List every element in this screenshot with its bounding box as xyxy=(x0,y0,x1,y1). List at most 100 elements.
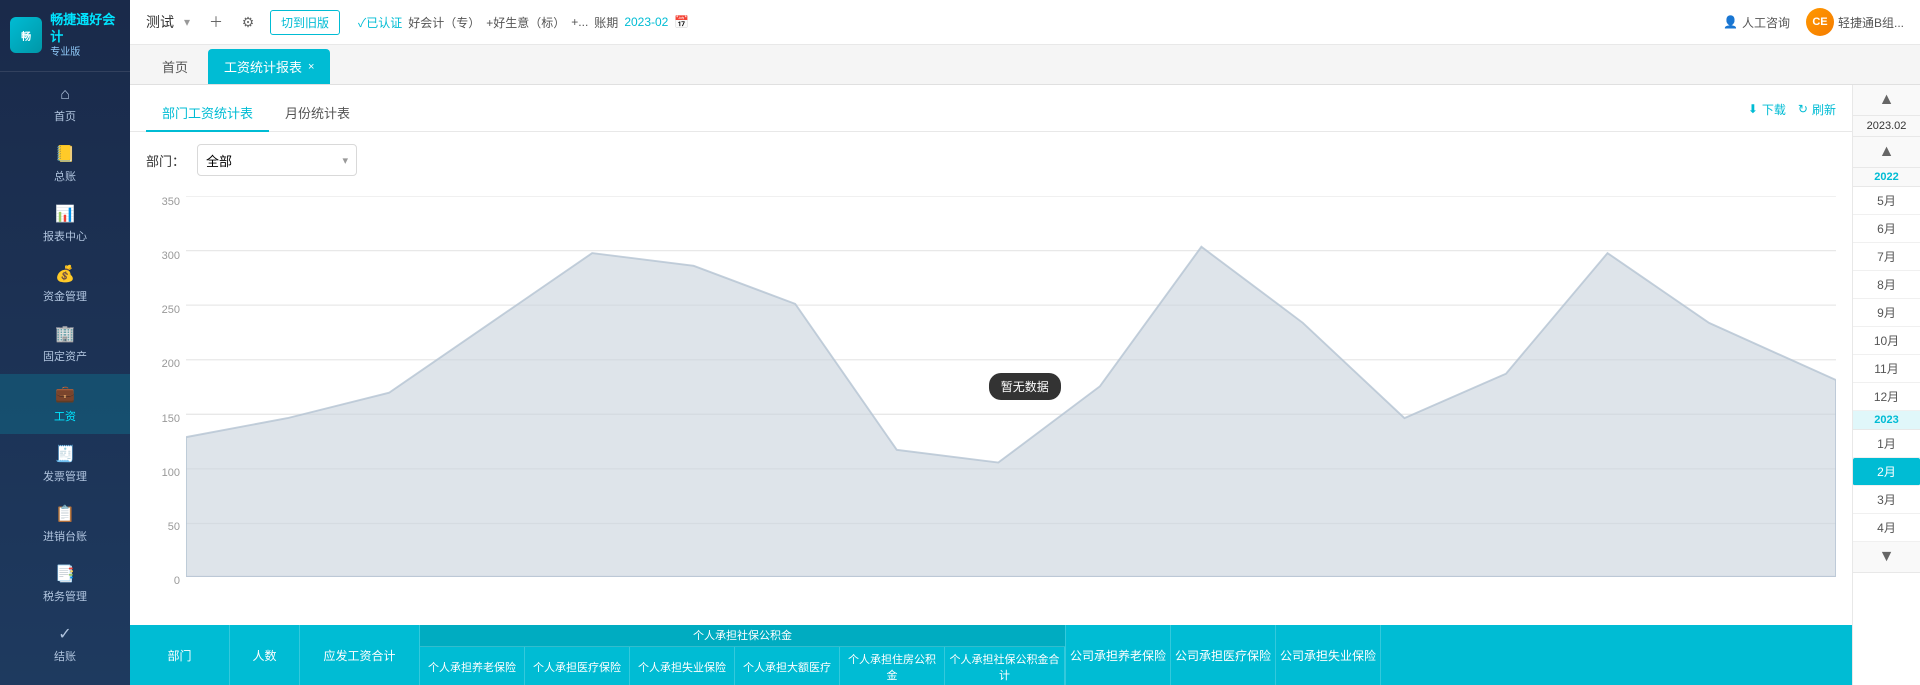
sidebar-label-asset: 固定资产 xyxy=(43,348,87,364)
sidebar-label-salary: 工资 xyxy=(54,408,76,424)
topbar-dropdown-arrow[interactable]: ▾ xyxy=(184,15,190,29)
sidebar-item-salary[interactable]: 💼 工资 xyxy=(0,374,130,434)
sidebar-item-home[interactable]: ⌂ 首页 xyxy=(0,76,130,134)
brand-sub: 专业版 xyxy=(50,46,120,59)
sub-tab-month[interactable]: 月份统计表 xyxy=(269,95,366,132)
period-value: 2023-02 xyxy=(624,15,668,29)
month-2022-11[interactable]: 11月 xyxy=(1853,355,1920,383)
sidebar-item-ledger[interactable]: 📒 总账 xyxy=(0,134,130,194)
refresh-button[interactable]: ↻ 刷新 xyxy=(1798,101,1836,118)
y-label-0: 0 xyxy=(146,575,186,587)
month-2023-2[interactable]: 2月 xyxy=(1853,458,1920,486)
th-unemployment: 个人承担失业保险 xyxy=(630,647,735,685)
th-headcount: 人数 xyxy=(230,625,300,685)
sales-icon: 📋 xyxy=(55,504,75,524)
dept-filter-value: 全部 xyxy=(206,151,232,170)
y-label-200: 200 xyxy=(146,358,186,370)
right-panel-date-picker: ▲ 2023.02 ▲ 2022 5月 6月 7月 8月 9月 10月 11月 … xyxy=(1852,85,1920,685)
sidebar-label-ledger: 总账 xyxy=(54,168,76,184)
avatar: CE xyxy=(1806,8,1834,36)
date-nav-up[interactable]: ▲ xyxy=(1853,85,1920,116)
switch-to-old-button[interactable]: 切到旧版 xyxy=(270,10,340,35)
month-2022-10[interactable]: 10月 xyxy=(1853,327,1920,355)
month-2023-3[interactable]: 3月 xyxy=(1853,486,1920,514)
user-name: 轻捷通B组... xyxy=(1838,14,1904,31)
help-icon: 👤 xyxy=(1723,15,1738,29)
logo-icon: 畅 xyxy=(10,17,42,53)
period-label: 账期 xyxy=(594,14,618,31)
dept-filter-select[interactable]: 全部 ▾ xyxy=(197,144,357,176)
fund-icon: 💰 xyxy=(55,264,75,284)
date-nav-up2[interactable]: ▲ xyxy=(1853,137,1920,168)
table-header: 部门 人数 应发工资合计 个人承担社保公积金 个人承担养老保险 个人承担医疗保险… xyxy=(130,625,1852,685)
sidebar-label-invoice: 发票管理 xyxy=(43,468,87,484)
sidebar-item-checkout[interactable]: ✓ 结账 xyxy=(0,614,130,674)
sidebar-item-report[interactable]: 📊 报表中心 xyxy=(0,194,130,254)
th-should-pay: 应发工资合计 xyxy=(300,625,420,685)
report-icon: 📊 xyxy=(55,204,75,224)
sidebar-item-asset[interactable]: 🏢 固定资产 xyxy=(0,314,130,374)
chart-tooltip: 暂无数据 xyxy=(989,373,1061,400)
tab-close-icon[interactable]: × xyxy=(308,61,314,73)
th-company-unemployment: 公司承担失业保险 xyxy=(1276,625,1381,685)
topbar-badges: ✓已认证 好会计（专） +好生意（标） +... 账期 2023-02 📅 xyxy=(358,14,689,31)
download-button[interactable]: ⬇ 下载 xyxy=(1748,101,1786,118)
y-label-100: 100 xyxy=(146,467,186,479)
month-2023-4[interactable]: 4月 xyxy=(1853,514,1920,542)
sidebar-label-tax: 税务管理 xyxy=(43,588,87,604)
chart-area: 0 50 100 150 200 250 300 350 xyxy=(130,188,1852,625)
filter-bar: 部门： 全部 ▾ xyxy=(130,132,1852,188)
certified-badge: ✓已认证 xyxy=(358,14,402,31)
y-label-50: 50 xyxy=(146,521,186,533)
help-label: 人工咨询 xyxy=(1742,14,1790,31)
month-2023-1[interactable]: 1月 xyxy=(1853,430,1920,458)
chevron-down-icon: ▾ xyxy=(342,154,348,167)
month-2022-5[interactable]: 5月 xyxy=(1853,187,1920,215)
asset-icon: 🏢 xyxy=(55,324,75,344)
user-area[interactable]: CE 轻捷通B组... xyxy=(1806,8,1904,36)
sub-tab-dept[interactable]: 部门工资统计表 xyxy=(146,95,269,132)
month-2022-8[interactable]: 8月 xyxy=(1853,271,1920,299)
y-label-150: 150 xyxy=(146,413,186,425)
dept-filter-label: 部门： xyxy=(146,151,185,170)
sidebar-item-archive[interactable]: 📁 归档管理 xyxy=(0,674,130,685)
main-panel: 部门工资统计表 月份统计表 ⬇ 下载 ↻ 刷新 部门： 全部 xyxy=(130,85,1852,685)
sidebar-item-tax[interactable]: 📑 税务管理 xyxy=(0,554,130,614)
y-label-300: 300 xyxy=(146,250,186,262)
month-2022-12[interactable]: 12月 xyxy=(1853,383,1920,411)
sidebar-item-invoice[interactable]: 🧾 发票管理 xyxy=(0,434,130,494)
sidebar-label-checkout: 结账 xyxy=(54,648,76,664)
topbar-settings-icon[interactable]: ⚙ xyxy=(236,10,260,34)
sidebar: 畅 畅捷通好会计 专业版 ⌂ 首页 📒 总账 📊 报表中心 💰 资金管理 🏢 固… xyxy=(0,0,130,685)
ledger-icon: 📒 xyxy=(55,144,75,164)
month-2022-6[interactable]: 6月 xyxy=(1853,215,1920,243)
tax-icon: 📑 xyxy=(55,564,75,584)
tab-home[interactable]: 首页 xyxy=(146,49,204,84)
topbar-add-icon[interactable]: ＋ xyxy=(204,10,228,34)
tabbar: 首页 工资统计报表 × xyxy=(130,45,1920,85)
help-button[interactable]: 👤 人工咨询 xyxy=(1723,14,1790,31)
tab-salary-report[interactable]: 工资统计报表 × xyxy=(208,49,330,84)
date-nav-down[interactable]: ▼ xyxy=(1853,542,1920,573)
th-housing-fund: 个人承担住房公积金 xyxy=(840,647,945,685)
sidebar-item-sales[interactable]: 📋 进销台账 xyxy=(0,494,130,554)
sidebar-nav: ⌂ 首页 📒 总账 📊 报表中心 💰 资金管理 🏢 固定资产 💼 工资 🧾 发票… xyxy=(0,72,130,685)
sidebar-label-home: 首页 xyxy=(54,108,76,124)
th-serious-illness: 个人承担大额医疗 xyxy=(735,647,840,685)
sidebar-label-sales: 进销台账 xyxy=(43,528,87,544)
y-label-350: 350 xyxy=(146,196,186,208)
month-2022-9[interactable]: 9月 xyxy=(1853,299,1920,327)
sidebar-item-fund[interactable]: 💰 资金管理 xyxy=(0,254,130,314)
invoice-icon: 🧾 xyxy=(55,444,75,464)
brand-name: 畅捷通好会计 xyxy=(50,12,120,46)
topbar-title: 测试 xyxy=(146,12,174,32)
year-2023-label: 2023 xyxy=(1853,411,1920,430)
sidebar-label-report: 报表中心 xyxy=(43,228,87,244)
date-display[interactable]: 2023.02 xyxy=(1853,116,1920,137)
th-company-pension: 公司承担养老保险 xyxy=(1066,625,1171,685)
month-2022-7[interactable]: 7月 xyxy=(1853,243,1920,271)
calendar-icon[interactable]: 📅 xyxy=(674,15,689,29)
logo-text: 畅捷通好会计 专业版 xyxy=(50,12,120,59)
tab-salary-label: 工资统计报表 xyxy=(224,57,302,76)
th-pension: 个人承担养老保险 xyxy=(420,647,525,685)
